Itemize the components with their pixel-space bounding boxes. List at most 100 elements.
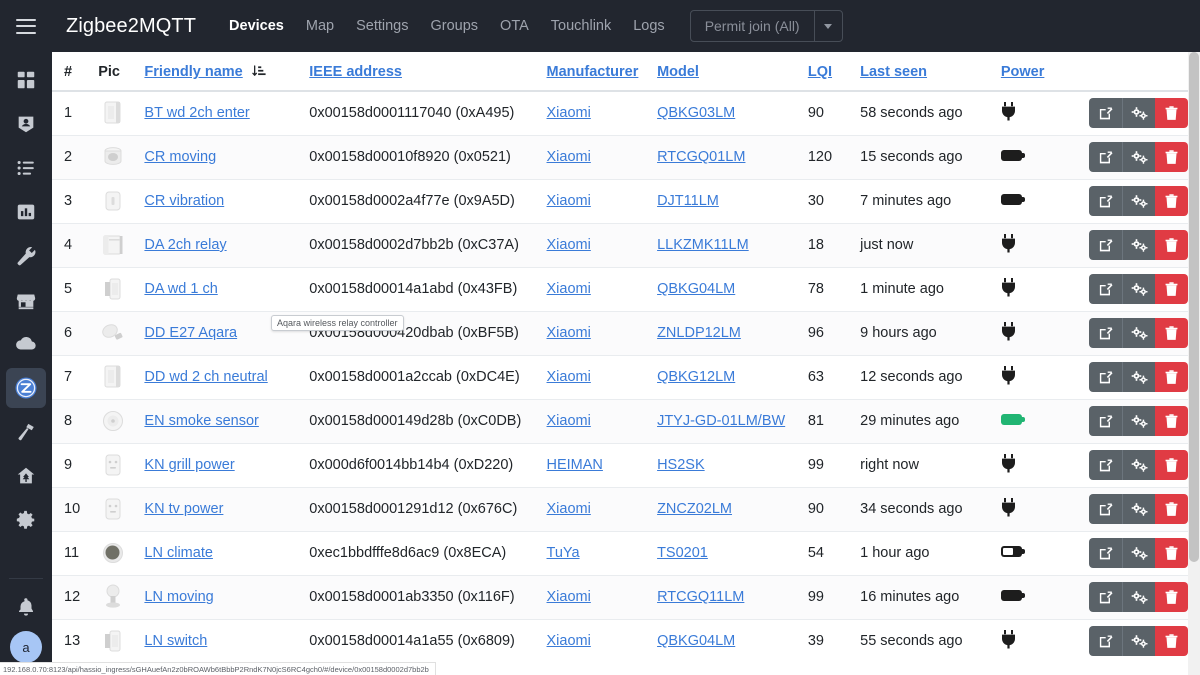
remove-device-button[interactable] [1155,406,1189,436]
manufacturer-link[interactable]: Xiaomi [547,237,591,253]
sidebar-item-weather[interactable] [6,324,46,364]
device-name-link[interactable]: KN grill power [144,457,234,473]
edit-device-button[interactable] [1089,186,1123,216]
device-settings-button[interactable] [1122,98,1156,129]
remove-device-button[interactable] [1155,582,1189,612]
device-name-link[interactable]: DD wd 2 ch neutral [144,369,267,385]
sidebar-item-history[interactable] [6,192,46,232]
model-link[interactable]: QBKG03LM [657,105,735,121]
sidebar-item-addon-store[interactable] [6,280,46,320]
device-name-link[interactable]: DD E27 Aqara [144,325,237,341]
sidebar-item-developer-tools[interactable] [6,236,46,276]
edit-device-button[interactable] [1089,362,1123,392]
model-link[interactable]: QBKG04LM [657,633,735,649]
device-settings-button[interactable] [1122,362,1156,392]
manufacturer-link[interactable]: HEIMAN [547,457,603,473]
manufacturer-link[interactable]: Xiaomi [547,281,591,297]
sort-by-power[interactable]: Power [1001,64,1045,80]
device-name-link[interactable]: CR moving [144,149,216,165]
device-settings-button[interactable] [1122,538,1156,568]
sort-amount-down-alt-icon[interactable] [252,65,266,78]
model-link[interactable]: QBKG12LM [657,369,735,385]
sort-by-ieee[interactable]: IEEE address [309,64,402,80]
table-row[interactable]: 3 CR vibration 0x00158d0002a4f77e (0x9A5D)… [52,178,1200,223]
model-link[interactable]: ZNCZ02LM [657,501,732,517]
edit-device-button[interactable] [1089,406,1123,436]
edit-device-button[interactable] [1089,230,1123,260]
device-name-link[interactable]: LN switch [144,633,207,649]
model-link[interactable]: ZNLDP12LM [657,325,741,341]
table-row[interactable]: 2 CR moving 0x00158d00010f8920 (0x0521) Xia… [52,134,1200,179]
sidebar-item-tools[interactable] [6,412,46,452]
device-settings-button[interactable] [1122,406,1156,436]
remove-device-button[interactable] [1155,142,1189,172]
content-vertical-scrollbar[interactable] [1188,52,1200,675]
device-name-link[interactable]: LN climate [144,545,213,561]
device-settings-button[interactable] [1122,582,1156,612]
nav-item-devices[interactable]: Devices [218,12,295,40]
nav-item-logs[interactable]: Logs [622,12,675,40]
remove-device-button[interactable] [1155,538,1189,568]
manufacturer-link[interactable]: Xiaomi [547,413,591,429]
table-row[interactable]: 9 KN grill power 0x000d6f0014bb14b4 (0xD22… [52,442,1200,487]
edit-device-button[interactable] [1089,494,1123,524]
manufacturer-link[interactable]: TuYa [547,545,580,561]
device-settings-button[interactable] [1122,450,1156,480]
model-link[interactable]: TS0201 [657,545,708,561]
remove-device-button[interactable] [1155,494,1189,524]
model-link[interactable]: QBKG04LM [657,281,735,297]
sort-by-manufacturer[interactable]: Manufacturer [547,64,639,80]
manufacturer-link[interactable]: Xiaomi [547,193,591,209]
edit-device-button[interactable] [1089,318,1123,348]
table-row[interactable]: 5 DA wd 1 ch 0x00158d00014a1abd (0x43FB) Xi… [52,266,1200,311]
user-avatar[interactable]: a [10,631,42,663]
nav-item-touchlink[interactable]: Touchlink [540,12,622,40]
permit-join-button[interactable]: Permit join (All) [691,11,814,41]
device-name-link[interactable]: EN smoke sensor [144,413,258,429]
device-name-link[interactable]: LN moving [144,589,213,605]
remove-device-button[interactable] [1155,186,1189,216]
sidebar-toggle-button[interactable] [0,0,52,52]
scrollbar-thumb[interactable] [1189,52,1199,562]
table-row[interactable]: 8 EN smoke sensor 0x00158d000149d28b (0xC0… [52,398,1200,443]
nav-item-settings[interactable]: Settings [345,12,419,40]
nav-item-ota[interactable]: OTA [489,12,540,40]
edit-device-button[interactable] [1089,450,1123,480]
sidebar-item-notifications[interactable] [6,587,46,627]
model-link[interactable]: RTCGQ11LM [657,589,744,605]
model-link[interactable]: RTCGQ01LM [657,149,745,165]
model-link[interactable]: LLKZMK11LM [657,237,749,253]
device-name-link[interactable]: DA 2ch relay [144,237,226,253]
table-row[interactable]: 7 DD wd 2 ch neutral 0x00158d0001a2ccab (0… [52,354,1200,399]
sort-by-lqi[interactable]: LQI [808,64,832,80]
sort-by-model[interactable]: Model [657,64,699,80]
manufacturer-link[interactable]: Xiaomi [547,633,591,649]
remove-device-button[interactable] [1155,450,1189,480]
edit-device-button[interactable] [1089,274,1123,304]
manufacturer-link[interactable]: Xiaomi [547,105,591,121]
device-settings-button[interactable] [1122,142,1156,172]
remove-device-button[interactable] [1155,274,1189,304]
table-row[interactable]: 12 LN moving 0x00158d0001ab3350 (0x116F) Xi… [52,574,1200,619]
sidebar-item-home-zones[interactable] [6,456,46,496]
manufacturer-link[interactable]: Xiaomi [547,589,591,605]
model-link[interactable]: HS2SK [657,457,705,473]
edit-device-button[interactable] [1089,582,1123,612]
remove-device-button[interactable] [1155,362,1189,392]
manufacturer-link[interactable]: Xiaomi [547,369,591,385]
sidebar-item-settings[interactable] [6,500,46,540]
remove-device-button[interactable] [1155,98,1189,129]
sidebar-item-zigbee2mqtt[interactable] [6,368,46,408]
device-name-link[interactable]: BT wd 2ch enter [144,105,249,121]
table-row[interactable]: 4 DA 2ch relay 0x00158d0002d7bb2b (0xC37A)… [52,222,1200,267]
device-settings-button[interactable] [1122,318,1156,348]
nav-item-groups[interactable]: Groups [419,12,489,40]
table-row[interactable]: 1 BT wd 2ch enter 0x00158d0001117040 (0xA4… [52,90,1200,135]
table-row[interactable]: 11 LN climate 0xec1bbdfffe8d6ac9 (0x8ECA) T… [52,530,1200,575]
remove-device-button[interactable] [1155,230,1189,260]
device-settings-button[interactable] [1122,230,1156,260]
device-settings-button[interactable] [1122,494,1156,524]
sidebar-item-overview[interactable] [6,60,46,100]
manufacturer-link[interactable]: Xiaomi [547,325,591,341]
manufacturer-link[interactable]: Xiaomi [547,501,591,517]
